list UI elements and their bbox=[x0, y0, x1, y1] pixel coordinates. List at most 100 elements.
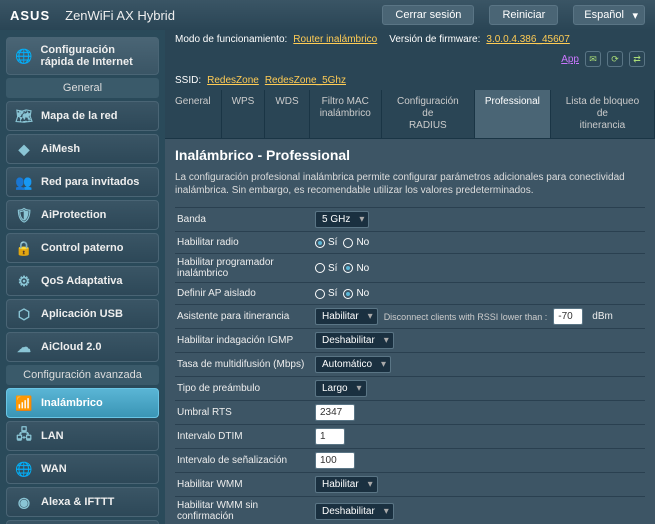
sidebar-item-gen-2[interactable]: 👥Red para invitados bbox=[6, 167, 159, 197]
sidebar-group-general: General bbox=[6, 78, 159, 98]
sidebar-item-label: Control paterno bbox=[41, 242, 124, 254]
logout-button[interactable]: Cerrar sesión bbox=[382, 5, 474, 25]
tab-wps[interactable]: WPS bbox=[222, 90, 266, 138]
isolated-no[interactable]: No bbox=[343, 288, 369, 299]
tab-macfilter[interactable]: Filtro MAC inalámbrico bbox=[310, 90, 382, 138]
label-rts: Umbral RTS bbox=[175, 407, 315, 418]
sidebar-item-gen-0[interactable]: 🗺 Mapa de la red bbox=[6, 101, 159, 131]
aiprotection-icon: 🛡 bbox=[15, 206, 33, 224]
row-multicast: Tasa de multidifusión (Mbps)Automático bbox=[175, 352, 645, 376]
sidebar-item-gen-1[interactable]: ◆ AiMesh bbox=[6, 134, 159, 164]
tab-general[interactable]: General bbox=[165, 90, 222, 138]
globe-icon: 🌐 bbox=[15, 47, 32, 65]
label-multicast: Tasa de multidifusión (Mbps) bbox=[175, 359, 315, 370]
sidebar: 🌐 Configuración rápida de Internet Gener… bbox=[0, 30, 165, 524]
sidebar-item-gen-7[interactable]: ☁AiCloud 2.0 bbox=[6, 332, 159, 362]
info-bar: Modo de funcionamiento: Router inalámbri… bbox=[165, 30, 655, 90]
roaming-select[interactable]: Habilitar bbox=[315, 308, 378, 325]
status-icon-2[interactable]: ⟳ bbox=[607, 51, 623, 67]
isolated-yes[interactable]: Sí bbox=[315, 288, 337, 299]
row-band: Banda5 GHz bbox=[175, 207, 645, 231]
row-wmm-noack: Habilitar WMM sin confirmaciónDeshabilit… bbox=[175, 496, 645, 524]
sidebar-item-gen-5[interactable]: ⚙ QoS Adaptativa bbox=[6, 266, 159, 296]
ssid2-link[interactable]: RedesZone_5Ghz bbox=[265, 75, 346, 86]
sidebar-group-advanced: Configuración avanzada bbox=[6, 365, 159, 385]
sched-no[interactable]: No bbox=[343, 263, 369, 274]
fw-link[interactable]: 3.0.0.4.386_45607 bbox=[486, 34, 569, 45]
sched-yes[interactable]: Sí bbox=[315, 263, 337, 274]
app-link[interactable]: App bbox=[561, 54, 579, 65]
row-preamble: Tipo de preámbuloLargo bbox=[175, 376, 645, 400]
ssid-label: SSID: bbox=[175, 75, 201, 86]
sidebar-item-label: LAN bbox=[41, 430, 64, 442]
sidebar-item-adv-2[interactable]: 🌐 WAN bbox=[6, 454, 159, 484]
sidebar-item-adv-0[interactable]: 📶Inalámbrico bbox=[6, 388, 159, 418]
igmp-select[interactable]: Deshabilitar bbox=[315, 332, 394, 349]
preamble-select[interactable]: Largo bbox=[315, 380, 367, 397]
rts-input[interactable] bbox=[315, 404, 355, 421]
radio-no[interactable]: No bbox=[343, 237, 369, 248]
band-select[interactable]: 5 GHz bbox=[315, 211, 369, 228]
panel-title: Inalámbrico - Professional bbox=[175, 147, 645, 163]
row-igmp: Habilitar indagación IGMPDeshabilitar bbox=[175, 328, 645, 352]
rssi-input[interactable] bbox=[553, 308, 583, 325]
label-band: Banda bbox=[175, 214, 315, 225]
status-icon-1[interactable]: ✉ bbox=[585, 51, 601, 67]
wan-icon: 🌐 bbox=[15, 460, 33, 478]
inal-mbrico-icon: 📶 bbox=[15, 394, 33, 412]
ssid1-link[interactable]: RedesZone bbox=[207, 75, 259, 86]
row-rts: Umbral RTS bbox=[175, 400, 645, 424]
sidebar-item-label: QoS Adaptativa bbox=[41, 275, 123, 287]
sidebar-item-label: AiProtection bbox=[41, 209, 106, 221]
mode-link[interactable]: Router inalámbrico bbox=[293, 34, 377, 45]
brand-logo: ASUS bbox=[10, 8, 50, 23]
sidebar-quick-setup[interactable]: 🌐 Configuración rápida de Internet bbox=[6, 37, 159, 75]
sidebar-item-label: AiCloud 2.0 bbox=[41, 341, 102, 353]
panel-desc: La configuración profesional inalámbrica… bbox=[175, 171, 645, 197]
row-roaming: Asistente para itineranciaHabilitar Disc… bbox=[175, 304, 645, 328]
tab-roaming[interactable]: Lista de bloqueo de itinerancia bbox=[551, 90, 655, 138]
label-igmp: Habilitar indagación IGMP bbox=[175, 335, 315, 346]
panel: Inalámbrico - Professional La configurac… bbox=[165, 139, 655, 524]
sidebar-item-label: WAN bbox=[41, 463, 67, 475]
wmm-noack-select[interactable]: Deshabilitar bbox=[315, 503, 394, 520]
tab-radius[interactable]: Configuración de RADIUS bbox=[382, 90, 475, 138]
sidebar-item-adv-1[interactable]: 🖧 LAN bbox=[6, 421, 159, 451]
sidebar-item-label: Alexa & IFTTT bbox=[41, 496, 114, 508]
beacon-input[interactable] bbox=[315, 452, 355, 469]
multicast-select[interactable]: Automático bbox=[315, 356, 391, 373]
sidebar-item-label: AiMesh bbox=[41, 143, 80, 155]
status-icon-3[interactable]: ⇄ bbox=[629, 51, 645, 67]
row-sched: Habilitar programador inalámbricoSíNo bbox=[175, 253, 645, 282]
row-dtim: Intervalo DTIM bbox=[175, 424, 645, 448]
wmm-select[interactable]: Habilitar bbox=[315, 476, 378, 493]
label-wmm: Habilitar WMM bbox=[175, 479, 315, 490]
row-wmm: Habilitar WMMHabilitar bbox=[175, 472, 645, 496]
tab-wds[interactable]: WDS bbox=[265, 90, 309, 138]
alexa-ifttt-icon: ◉ bbox=[15, 493, 33, 511]
sidebar-item-gen-4[interactable]: 🔒 Control paterno bbox=[6, 233, 159, 263]
tab-professional[interactable]: Professional bbox=[475, 90, 551, 138]
qos-adaptativa-icon: ⚙ bbox=[15, 272, 33, 290]
tabs: General WPS WDS Filtro MAC inalámbrico C… bbox=[165, 90, 655, 139]
label-radio: Habilitar radio bbox=[175, 237, 315, 248]
reboot-button[interactable]: Reiniciar bbox=[489, 5, 558, 25]
language-select[interactable]: Español bbox=[573, 5, 645, 25]
sidebar-item-adv-4[interactable]: ⬢IPv6 bbox=[6, 520, 159, 524]
label-wmm-noack: Habilitar WMM sin confirmación bbox=[175, 500, 315, 522]
dtim-input[interactable] bbox=[315, 428, 345, 445]
radio-yes[interactable]: Sí bbox=[315, 237, 337, 248]
red-para-invitados-icon: 👥 bbox=[15, 173, 33, 191]
sidebar-item-gen-6[interactable]: ⬡Aplicación USB bbox=[6, 299, 159, 329]
label-beacon: Intervalo de señalización bbox=[175, 455, 315, 466]
sidebar-item-adv-3[interactable]: ◉ Alexa & IFTTT bbox=[6, 487, 159, 517]
sidebar-item-gen-3[interactable]: 🛡 AiProtection bbox=[6, 200, 159, 230]
control-paterno-icon: 🔒 bbox=[15, 239, 33, 257]
sidebar-item-label: Mapa de la red bbox=[41, 110, 117, 122]
lan-icon: 🖧 bbox=[15, 427, 33, 445]
mapa-de-la-red-icon: 🗺 bbox=[15, 107, 33, 125]
aimesh-icon: ◆ bbox=[15, 140, 33, 158]
label-isolated: Definir AP aislado bbox=[175, 288, 315, 299]
row-radio: Habilitar radioSí No bbox=[175, 231, 645, 253]
label-roaming: Asistente para itinerancia bbox=[175, 311, 315, 322]
